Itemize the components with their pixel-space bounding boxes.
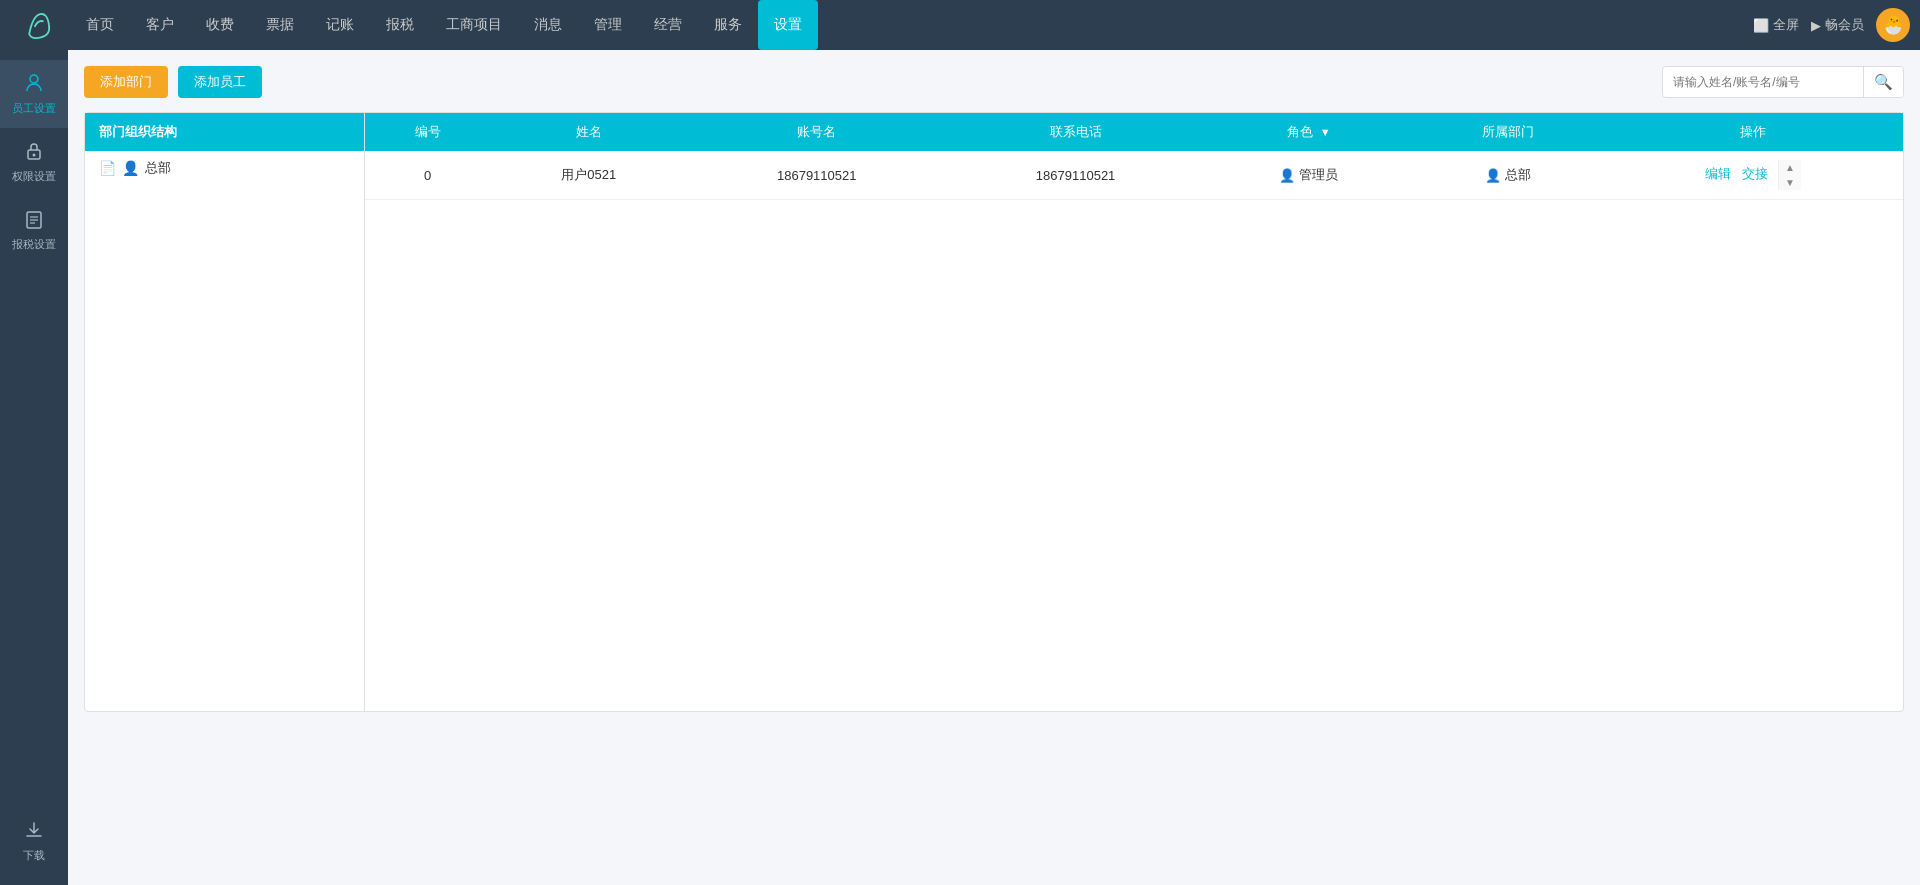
nav-items: 首页 客户 收费 票据 记账 报税 工商项目 消息 管理 经营 服务 设置 xyxy=(70,0,1753,50)
dept-item-label: 总部 xyxy=(145,159,171,177)
svg-point-0 xyxy=(30,75,38,83)
nav-item-business[interactable]: 工商项目 xyxy=(430,0,518,50)
sidebar-item-download[interactable]: 下载 xyxy=(0,807,68,875)
dept-badge: 👤 总部 xyxy=(1485,166,1531,184)
col-dept: 所属部门 xyxy=(1413,113,1603,151)
col-id: 编号 xyxy=(365,113,490,151)
transfer-link[interactable]: 交接 xyxy=(1742,166,1768,181)
employee-table: 编号 姓名 账号名 联系电话 角色 ▼ 所属部门 操作 xyxy=(365,113,1903,711)
dept-tree-item-root[interactable]: 📄 👤 总部 xyxy=(85,151,364,185)
nav-right: ⬜ 全屏 ▶ 畅会员 🐣 xyxy=(1753,8,1910,42)
search-button[interactable]: 🔍 xyxy=(1863,67,1903,97)
top-navigation: 首页 客户 收费 票据 记账 报税 工商项目 消息 管理 经营 服务 设置 ⬜ … xyxy=(0,0,1920,50)
dept-user-icon: 👤 xyxy=(122,160,139,176)
svg-point-2 xyxy=(33,154,36,157)
dept-file-icon: 📄 xyxy=(99,160,116,176)
cell-actions: 编辑 交接 ▲ ▼ xyxy=(1603,151,1903,200)
cell-id: 0 xyxy=(365,151,490,200)
nav-item-accounting[interactable]: 记账 xyxy=(310,0,370,50)
nav-item-bills[interactable]: 票据 xyxy=(250,0,310,50)
nav-item-tax[interactable]: 报税 xyxy=(370,0,430,50)
col-actions: 操作 xyxy=(1603,113,1903,151)
col-phone: 联系电话 xyxy=(946,113,1205,151)
sidebar-label-download: 下载 xyxy=(23,848,45,863)
sidebar-item-permissions[interactable]: 权限设置 xyxy=(0,128,68,196)
add-employee-button[interactable]: 添加员工 xyxy=(178,66,262,98)
sidebar-label-permissions: 权限设置 xyxy=(12,169,56,184)
nav-item-services[interactable]: 服务 xyxy=(698,0,758,50)
sidebar-label-taxsettings: 报税设置 xyxy=(12,237,56,252)
edit-link[interactable]: 编辑 xyxy=(1705,166,1731,181)
cell-account: 18679110521 xyxy=(687,151,946,200)
sidebar: 员工设置 权限设置 报税设置 xyxy=(0,50,68,885)
download-icon xyxy=(23,819,45,844)
sidebar-bottom: 下载 xyxy=(0,807,68,885)
col-account: 账号名 xyxy=(687,113,946,151)
cell-phone: 18679110521 xyxy=(946,151,1205,200)
main-content: 添加部门 添加员工 🔍 部门组织结构 📄 👤 总部 xyxy=(68,50,1920,885)
dept-badge-icon: 👤 xyxy=(1485,168,1501,183)
scroll-up-button[interactable]: ▲ xyxy=(1779,160,1801,175)
table: 编号 姓名 账号名 联系电话 角色 ▼ 所属部门 操作 xyxy=(365,113,1903,200)
permissions-icon xyxy=(23,140,45,165)
user-avatar[interactable]: 🐣 xyxy=(1876,8,1910,42)
col-role: 角色 ▼ xyxy=(1205,113,1413,151)
dept-tree: 部门组织结构 📄 👤 总部 xyxy=(85,113,365,711)
col-name: 姓名 xyxy=(490,113,687,151)
content-area: 部门组织结构 📄 👤 总部 编号 姓名 账号名 联系电话 xyxy=(84,112,1904,712)
role-badge: 👤 管理员 xyxy=(1279,166,1338,184)
cell-role: 👤 管理员 xyxy=(1205,151,1413,200)
nav-item-settings[interactable]: 设置 xyxy=(758,0,818,50)
cell-dept: 👤 总部 xyxy=(1413,151,1603,200)
main-layout: 员工设置 权限设置 报税设置 xyxy=(0,50,1920,885)
nav-item-management[interactable]: 管理 xyxy=(578,0,638,50)
vip-icon: ▶ xyxy=(1811,18,1821,33)
search-icon: 🔍 xyxy=(1874,73,1893,90)
nav-item-fee[interactable]: 收费 xyxy=(190,0,250,50)
fullscreen-button[interactable]: ⬜ 全屏 xyxy=(1753,16,1799,34)
sidebar-item-taxsettings[interactable]: 报税设置 xyxy=(0,196,68,264)
sidebar-item-employee[interactable]: 员工设置 xyxy=(0,60,68,128)
role-filter-icon[interactable]: ▼ xyxy=(1320,126,1331,138)
table-row: 0 用户0521 18679110521 18679110521 👤 管理员 xyxy=(365,151,1903,200)
table-header-row: 编号 姓名 账号名 联系电话 角色 ▼ 所属部门 操作 xyxy=(365,113,1903,151)
sidebar-label-employee: 员工设置 xyxy=(12,101,56,116)
nav-item-messages[interactable]: 消息 xyxy=(518,0,578,50)
dept-tree-header: 部门组织结构 xyxy=(85,113,364,151)
nav-item-customer[interactable]: 客户 xyxy=(130,0,190,50)
nav-item-operations[interactable]: 经营 xyxy=(638,0,698,50)
employee-icon xyxy=(23,72,45,97)
taxsettings-icon xyxy=(23,208,45,233)
cell-name: 用户0521 xyxy=(490,151,687,200)
nav-item-home[interactable]: 首页 xyxy=(70,0,130,50)
role-user-icon: 👤 xyxy=(1279,168,1295,183)
search-input[interactable] xyxy=(1663,69,1863,95)
toolbar: 添加部门 添加员工 🔍 xyxy=(84,66,1904,98)
logo xyxy=(10,7,70,43)
fullscreen-icon: ⬜ xyxy=(1753,18,1769,33)
vip-button[interactable]: ▶ 畅会员 xyxy=(1811,16,1864,34)
add-dept-button[interactable]: 添加部门 xyxy=(84,66,168,98)
scroll-down-button[interactable]: ▼ xyxy=(1779,175,1801,190)
search-box: 🔍 xyxy=(1662,66,1904,98)
